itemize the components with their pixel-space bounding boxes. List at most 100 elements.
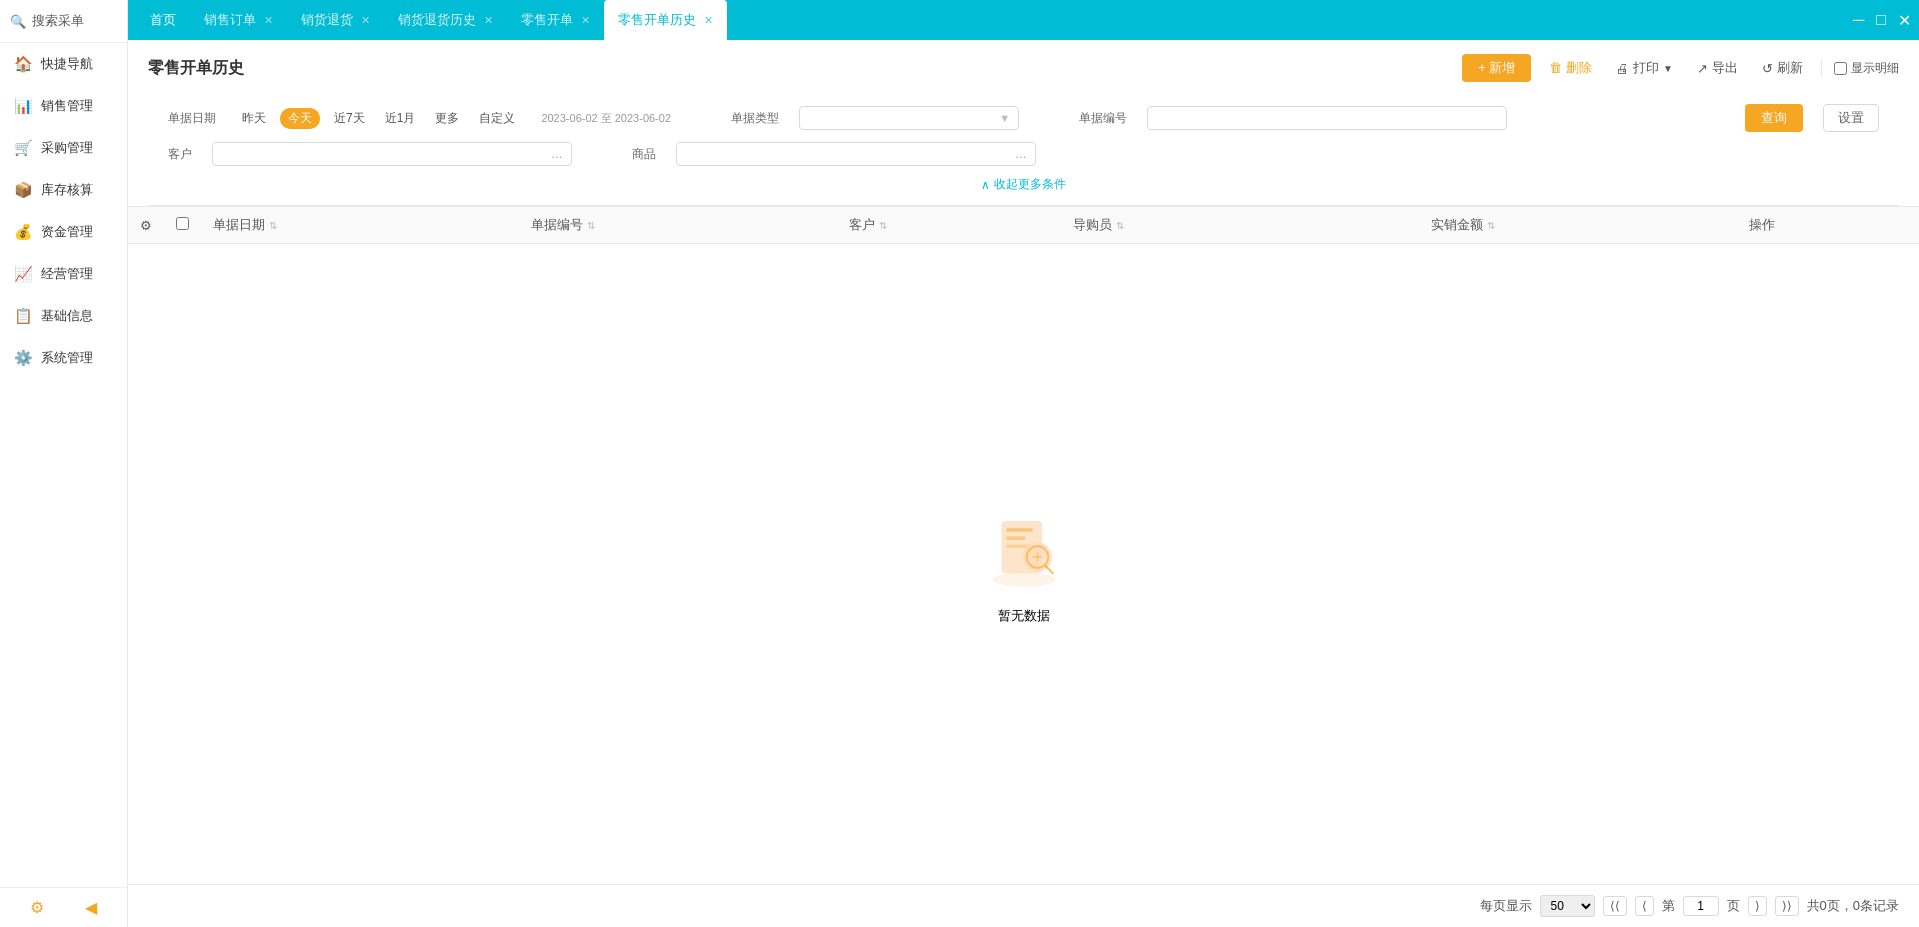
refresh-icon: ↺: [1762, 61, 1773, 76]
tab-home[interactable]: 首页: [136, 0, 190, 40]
tab-sales-order-label: 销售订单: [204, 11, 256, 29]
sidebar-item-label: 系统管理: [41, 349, 93, 367]
page-size-label: 每页显示: [1480, 897, 1532, 915]
tab-sales-return-history-label: 销货退货历史: [398, 11, 476, 29]
sidebar-item-label: 基础信息: [41, 307, 93, 325]
prev-page-button[interactable]: ⟨: [1635, 896, 1654, 916]
print-label: 打印: [1633, 59, 1659, 77]
collapse-filter-button[interactable]: ∧ 收起更多条件: [981, 176, 1066, 193]
goods-input[interactable]: [685, 147, 1015, 161]
col-amount-sort-icon: ⇅: [1487, 220, 1495, 231]
customer-select[interactable]: …: [212, 142, 572, 166]
svg-point-0: [992, 572, 1055, 586]
money-icon: 💰: [14, 223, 33, 241]
content-area: 零售开单历史 + 新增 🗑 删除 🖨 打印 ▼ ↗ 导出 ↺: [128, 40, 1919, 927]
svg-rect-4: [1006, 544, 1029, 548]
tab-retail-open[interactable]: 零售开单 ✕: [507, 0, 604, 40]
export-label: 导出: [1712, 59, 1738, 77]
select-all-checkbox[interactable]: [176, 217, 189, 230]
doc-type-input[interactable]: [808, 111, 999, 125]
col-customer-label: 客户: [849, 217, 875, 232]
table-header-spacer: [1332, 207, 1419, 244]
empty-illustration: [979, 503, 1069, 593]
table-header-date[interactable]: 单据日期 ⇅: [201, 207, 519, 244]
query-button[interactable]: 查询: [1745, 104, 1803, 132]
tab-retail-history[interactable]: 零售开单历史 ✕: [604, 0, 727, 40]
last-page-button[interactable]: ⟩⟩: [1775, 896, 1799, 916]
svg-rect-3: [1006, 536, 1026, 540]
sidebar-item-label: 销售管理: [41, 97, 93, 115]
sidebar-item-inventory[interactable]: 📦 库存核算: [0, 169, 127, 211]
date-option-more[interactable]: 更多: [429, 108, 465, 129]
sidebar-item-finance[interactable]: 💰 资金管理: [0, 211, 127, 253]
display-detail-toggle[interactable]: 显示明细: [1834, 60, 1899, 77]
collapse-sidebar-icon[interactable]: ◀: [85, 898, 97, 917]
page-number-input[interactable]: [1683, 896, 1719, 916]
table-header-action: 操作: [1737, 207, 1919, 244]
col-guide-label: 导购员: [1073, 217, 1112, 232]
goods-ellipsis: …: [1015, 147, 1027, 161]
page-title-row: 零售开单历史 + 新增 🗑 删除 🖨 打印 ▼ ↗ 导出 ↺: [148, 54, 1899, 82]
export-icon: ↗: [1697, 61, 1708, 76]
sidebar-item-sys-mgmt[interactable]: ⚙️ 系统管理: [0, 337, 127, 379]
sidebar-item-quick-nav[interactable]: 🏠 快捷导航: [0, 43, 127, 85]
date-option-1month[interactable]: 近1月: [379, 108, 422, 129]
add-button[interactable]: + 新增: [1462, 54, 1531, 82]
first-page-button[interactable]: ⟨⟨: [1603, 896, 1627, 916]
date-option-today[interactable]: 今天: [280, 108, 320, 129]
export-button[interactable]: ↗ 导出: [1691, 55, 1744, 81]
col-action-label: 操作: [1749, 217, 1775, 232]
goods-label: 商品: [632, 146, 656, 163]
tab-sales-return[interactable]: 销货退货 ✕: [287, 0, 384, 40]
doc-number-input[interactable]: [1156, 111, 1498, 125]
maximize-button[interactable]: □: [1876, 11, 1886, 30]
table-header-guide[interactable]: 导购员 ⇅: [1061, 207, 1332, 244]
table-header-row: ⚙ 单据日期 ⇅ 单据编号 ⇅: [128, 207, 1919, 244]
col-amount-label: 实销金额: [1431, 217, 1483, 232]
print-button[interactable]: 🖨 打印 ▼: [1610, 55, 1679, 81]
close-tab-sales-order[interactable]: ✕: [264, 14, 273, 27]
close-tab-retail-history[interactable]: ✕: [704, 14, 713, 27]
date-option-7days[interactable]: 近7天: [328, 108, 371, 129]
close-tab-retail-open[interactable]: ✕: [581, 14, 590, 27]
column-settings-icon[interactable]: ⚙: [140, 218, 152, 233]
sidebar-item-purchase-mgmt[interactable]: 🛒 采购管理: [0, 127, 127, 169]
sidebar-item-basic-info[interactable]: 📋 基础信息: [0, 295, 127, 337]
settings-button[interactable]: 设置: [1823, 104, 1879, 132]
close-tab-sales-return-history[interactable]: ✕: [484, 14, 493, 27]
col-guide-sort-icon: ⇅: [1116, 220, 1124, 231]
date-option-yesterday[interactable]: 昨天: [236, 108, 272, 129]
sidebar-item-sales-mgmt[interactable]: 📊 销售管理: [0, 85, 127, 127]
display-detail-checkbox[interactable]: [1834, 62, 1847, 75]
customer-ellipsis: …: [551, 147, 563, 161]
goods-select[interactable]: …: [676, 142, 1036, 166]
doc-type-select[interactable]: ▼: [799, 106, 1019, 130]
sidebar-search[interactable]: 🔍 搜索采单: [0, 0, 127, 43]
toolbar-divider: [1821, 60, 1822, 76]
date-option-custom[interactable]: 自定义: [473, 108, 521, 129]
settings-icon[interactable]: ⚙: [30, 898, 44, 917]
table-header-amount[interactable]: 实销金额 ⇅: [1419, 207, 1737, 244]
table-header-number[interactable]: 单据编号 ⇅: [519, 207, 837, 244]
print-icon: 🖨: [1616, 61, 1629, 76]
minimize-button[interactable]: ─: [1853, 11, 1864, 30]
doc-type-dropdown-icon: ▼: [999, 112, 1010, 124]
tab-sales-return-history[interactable]: 销货退货历史 ✕: [384, 0, 507, 40]
box-icon: 📦: [14, 181, 33, 199]
tab-sales-return-label: 销货退货: [301, 11, 353, 29]
date-range-display: 2023-06-02 至 2023-06-02: [541, 111, 671, 126]
page-size-select[interactable]: 50 10 20 100: [1540, 895, 1595, 917]
next-page-button[interactable]: ⟩: [1748, 896, 1767, 916]
col-date-label: 单据日期: [213, 217, 265, 232]
display-detail-label: 显示明细: [1851, 60, 1899, 77]
refresh-button[interactable]: ↺ 刷新: [1756, 55, 1809, 81]
close-tab-sales-return[interactable]: ✕: [361, 14, 370, 27]
sidebar-bottom: ⚙ ◀: [0, 887, 127, 927]
sidebar-item-ops-mgmt[interactable]: 📈 经营管理: [0, 253, 127, 295]
customer-input[interactable]: [221, 147, 551, 161]
page-header: 零售开单历史 + 新增 🗑 删除 🖨 打印 ▼ ↗ 导出 ↺: [128, 40, 1919, 207]
tab-sales-order[interactable]: 销售订单 ✕: [190, 0, 287, 40]
table-header-customer[interactable]: 客户 ⇅: [837, 207, 1061, 244]
close-button[interactable]: ✕: [1898, 11, 1911, 30]
delete-button[interactable]: 🗑 删除: [1543, 55, 1598, 81]
